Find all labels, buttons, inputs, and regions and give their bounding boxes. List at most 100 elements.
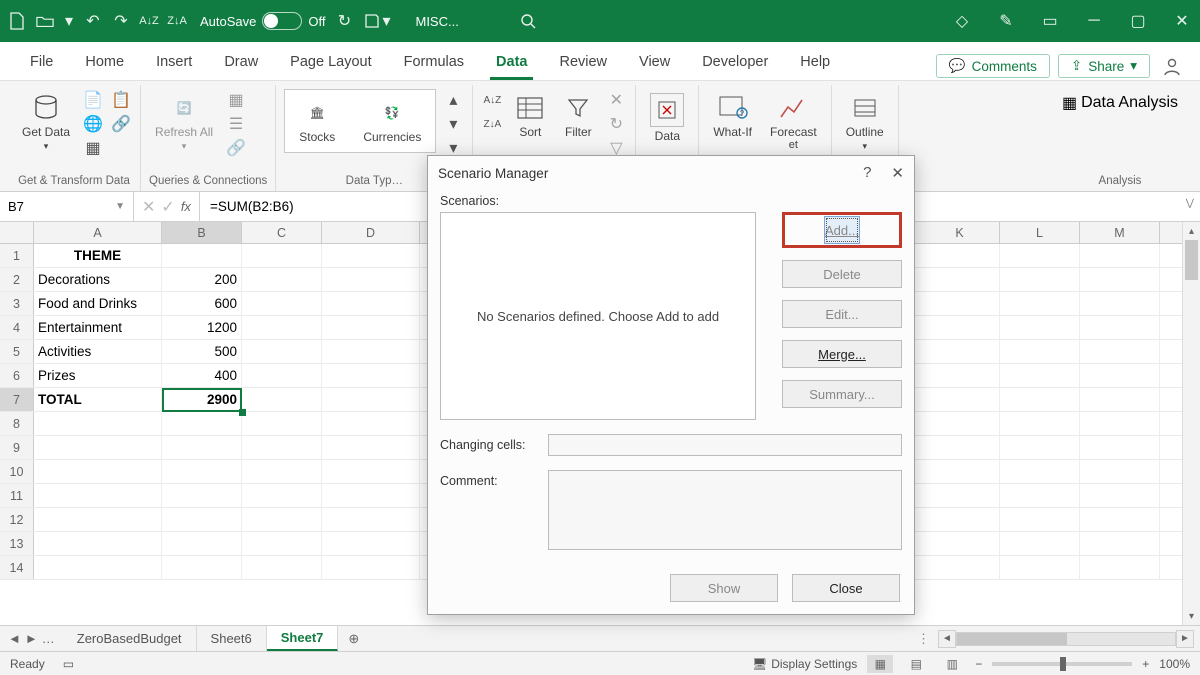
- scenarios-listbox[interactable]: No Scenarios defined. Choose Add to add: [440, 212, 756, 420]
- col-header-k[interactable]: K: [920, 222, 1000, 243]
- currencies-button[interactable]: 💱 Currencies: [349, 92, 435, 150]
- tab-formulas[interactable]: Formulas: [388, 46, 480, 80]
- tab-page-layout[interactable]: Page Layout: [274, 46, 387, 80]
- cell[interactable]: [920, 460, 1000, 483]
- recent-sources-icon[interactable]: 📋: [110, 89, 132, 111]
- data-types-gallery[interactable]: 🏛 Stocks 💱 Currencies: [284, 89, 436, 153]
- cell-selected[interactable]: 2900: [162, 388, 242, 411]
- autosave-toggle[interactable]: AutoSave Off: [200, 12, 325, 30]
- row-header[interactable]: 3: [0, 292, 34, 315]
- cell[interactable]: Decorations: [34, 268, 162, 291]
- chevron-down-icon[interactable]: ▾: [381, 12, 391, 30]
- row-header[interactable]: 6: [0, 364, 34, 387]
- cell[interactable]: [1000, 436, 1080, 459]
- scroll-grip-icon[interactable]: ⋮: [917, 631, 930, 647]
- select-all-corner[interactable]: [0, 222, 34, 243]
- cell[interactable]: [920, 340, 1000, 363]
- cell[interactable]: [1000, 268, 1080, 291]
- row-header[interactable]: 11: [0, 484, 34, 507]
- sort-button[interactable]: Sort: [509, 89, 551, 143]
- scroll-up-icon[interactable]: ▴: [1183, 222, 1200, 240]
- redo-icon[interactable]: ↷: [112, 12, 130, 30]
- cell[interactable]: [162, 508, 242, 531]
- row-header[interactable]: 14: [0, 556, 34, 579]
- reapply-icon[interactable]: ↻: [605, 113, 627, 135]
- data-analysis-button[interactable]: ▦ Data Analysis: [1056, 89, 1184, 117]
- cell[interactable]: [242, 556, 322, 579]
- zoom-out-icon[interactable]: −: [975, 657, 982, 671]
- from-table-icon[interactable]: ▦: [82, 137, 104, 159]
- cell[interactable]: [322, 388, 420, 411]
- dialog-titlebar[interactable]: Scenario Manager ? ✕: [428, 156, 914, 190]
- display-settings-button[interactable]: 🖥Display Settings: [752, 657, 857, 671]
- merge-button[interactable]: Merge...: [782, 340, 902, 368]
- cell[interactable]: [920, 484, 1000, 507]
- cell[interactable]: [242, 316, 322, 339]
- cell[interactable]: 200: [162, 268, 242, 291]
- new-file-icon[interactable]: [8, 12, 26, 30]
- view-page-break-icon[interactable]: ▥: [939, 655, 965, 673]
- cell[interactable]: [920, 244, 1000, 267]
- name-box[interactable]: B7 ▼: [0, 192, 134, 221]
- cell[interactable]: [1080, 412, 1160, 435]
- col-header-d[interactable]: D: [322, 222, 420, 243]
- cell[interactable]: [1000, 412, 1080, 435]
- cell[interactable]: [242, 460, 322, 483]
- close-icon[interactable]: ✕: [891, 164, 904, 182]
- cell[interactable]: [242, 340, 322, 363]
- cell[interactable]: [1000, 340, 1080, 363]
- cell[interactable]: [242, 244, 322, 267]
- cell[interactable]: [1080, 364, 1160, 387]
- view-normal-icon[interactable]: ▦: [867, 655, 893, 673]
- cell[interactable]: [1080, 292, 1160, 315]
- save-icon[interactable]: [363, 12, 381, 30]
- row-header[interactable]: 5: [0, 340, 34, 363]
- search-icon[interactable]: [519, 12, 537, 30]
- cell[interactable]: Food and Drinks: [34, 292, 162, 315]
- col-header-c[interactable]: C: [242, 222, 322, 243]
- col-header-a[interactable]: A: [34, 222, 162, 243]
- cell[interactable]: [1000, 484, 1080, 507]
- cell[interactable]: [322, 532, 420, 555]
- maximize-icon[interactable]: ▢: [1128, 11, 1148, 31]
- cell[interactable]: [1000, 364, 1080, 387]
- sort-asc-icon[interactable]: A↓Z: [481, 89, 503, 111]
- cell[interactable]: [162, 484, 242, 507]
- row-header[interactable]: 10: [0, 460, 34, 483]
- cell[interactable]: [242, 268, 322, 291]
- zoom-slider[interactable]: [992, 662, 1132, 666]
- new-sheet-button[interactable]: ⊕: [338, 626, 369, 651]
- cell[interactable]: [1080, 532, 1160, 555]
- cell[interactable]: [1080, 460, 1160, 483]
- cell[interactable]: [162, 532, 242, 555]
- cell[interactable]: [322, 412, 420, 435]
- cell[interactable]: [322, 364, 420, 387]
- refresh-all-button[interactable]: 🔄 Refresh All ▾: [149, 89, 219, 156]
- cell[interactable]: [34, 508, 162, 531]
- cell[interactable]: [1080, 436, 1160, 459]
- row-header[interactable]: 9: [0, 436, 34, 459]
- sheet-tab[interactable]: ZeroBasedBudget: [63, 626, 197, 651]
- cell[interactable]: 600: [162, 292, 242, 315]
- cell[interactable]: [162, 436, 242, 459]
- cell[interactable]: [1080, 508, 1160, 531]
- stocks-button[interactable]: 🏛 Stocks: [285, 92, 349, 150]
- sheet-nav-prev-icon[interactable]: ◄: [8, 631, 21, 646]
- help-icon[interactable]: ?: [863, 164, 871, 182]
- cell[interactable]: [322, 460, 420, 483]
- cell[interactable]: [1080, 316, 1160, 339]
- cell[interactable]: [162, 412, 242, 435]
- outline-button[interactable]: Outline ▾: [840, 89, 890, 156]
- col-header-m[interactable]: M: [1080, 222, 1160, 243]
- cell[interactable]: [920, 508, 1000, 531]
- properties-icon[interactable]: ☰: [225, 113, 247, 135]
- cell[interactable]: [322, 556, 420, 579]
- cell[interactable]: [1080, 388, 1160, 411]
- close-button[interactable]: Close: [792, 574, 900, 602]
- cell[interactable]: [920, 364, 1000, 387]
- cell[interactable]: Entertainment: [34, 316, 162, 339]
- cell[interactable]: [920, 532, 1000, 555]
- cell[interactable]: Prizes: [34, 364, 162, 387]
- sort-desc-icon[interactable]: Z↓A: [481, 113, 503, 135]
- cell[interactable]: [34, 484, 162, 507]
